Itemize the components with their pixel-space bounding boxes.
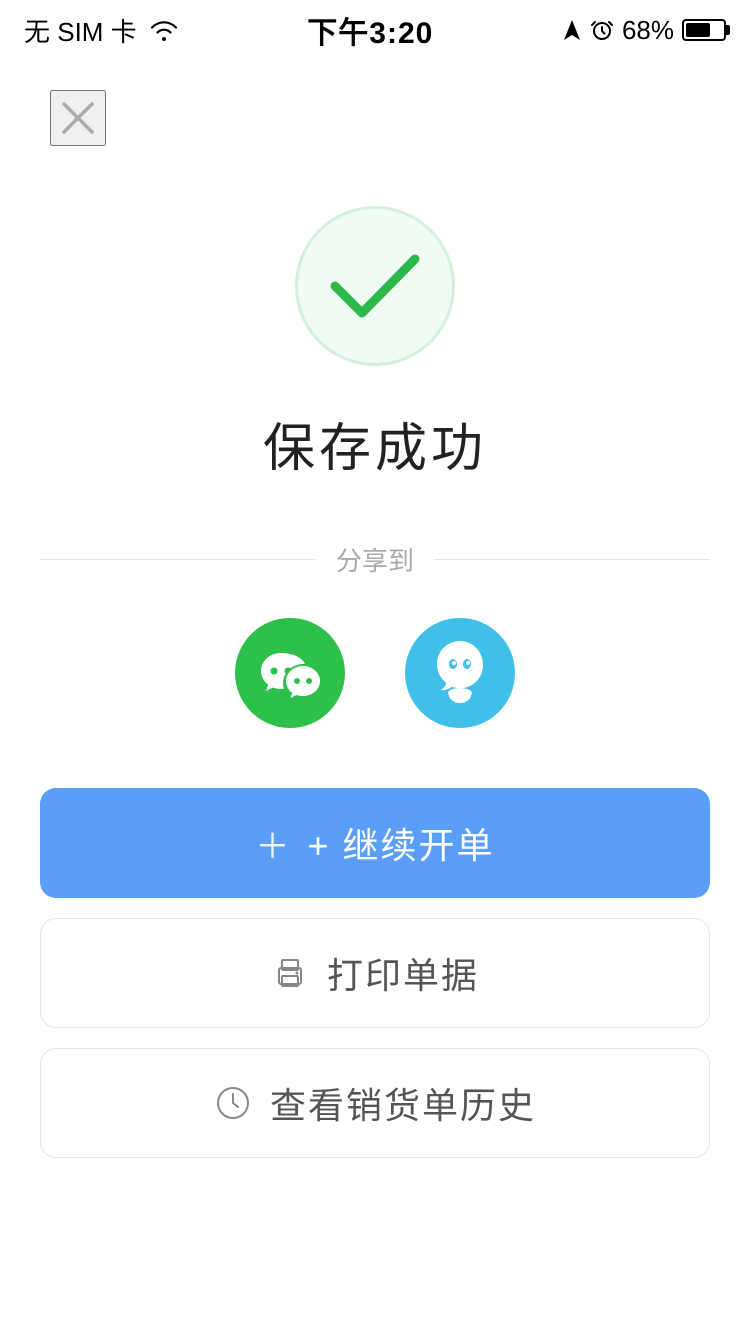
status-right: 68% (562, 15, 726, 46)
share-section: 分享到 (40, 541, 710, 728)
continue-button[interactable]: ＋ + 继续开单 (40, 788, 710, 898)
share-icons (40, 618, 710, 728)
wifi-icon (149, 19, 179, 41)
divider-right (434, 559, 710, 560)
history-button[interactable]: 查看销货单历史 (40, 1048, 710, 1158)
status-time: 下午3:20 (307, 8, 433, 52)
print-label: 打印单据 (327, 947, 479, 999)
print-button[interactable]: 打印单据 (40, 918, 710, 1028)
checkmark-icon (330, 251, 420, 321)
share-label: 分享到 (336, 541, 414, 578)
plus-icon: ＋ (255, 819, 289, 868)
location-icon (562, 18, 582, 42)
action-buttons: ＋ + 继续开单 打印单据 查看销货单历史 (40, 788, 710, 1158)
success-circle (295, 206, 455, 366)
close-icon (60, 100, 96, 136)
continue-label: + 继续开单 (307, 817, 494, 869)
printer-icon (271, 954, 309, 992)
history-label: 查看销货单历史 (270, 1077, 536, 1129)
status-bar: 无 SIM 卡 下午3:20 68% (0, 0, 750, 60)
share-divider: 分享到 (40, 541, 710, 578)
no-sim-text: 无 SIM 卡 (24, 12, 137, 49)
qq-icon (429, 637, 491, 709)
clock-icon (214, 1084, 252, 1122)
close-button[interactable] (50, 90, 106, 146)
alarm-icon (590, 18, 614, 42)
status-left: 无 SIM 卡 (24, 12, 179, 49)
battery-icon (682, 19, 726, 41)
main-content: 保存成功 分享到 (0, 60, 750, 1334)
wechat-share-button[interactable] (235, 618, 345, 728)
wechat-icon (257, 645, 323, 701)
qq-share-button[interactable] (405, 618, 515, 728)
success-title: 保存成功 (263, 406, 487, 481)
divider-left (40, 559, 316, 560)
battery-percentage: 68% (622, 15, 674, 46)
